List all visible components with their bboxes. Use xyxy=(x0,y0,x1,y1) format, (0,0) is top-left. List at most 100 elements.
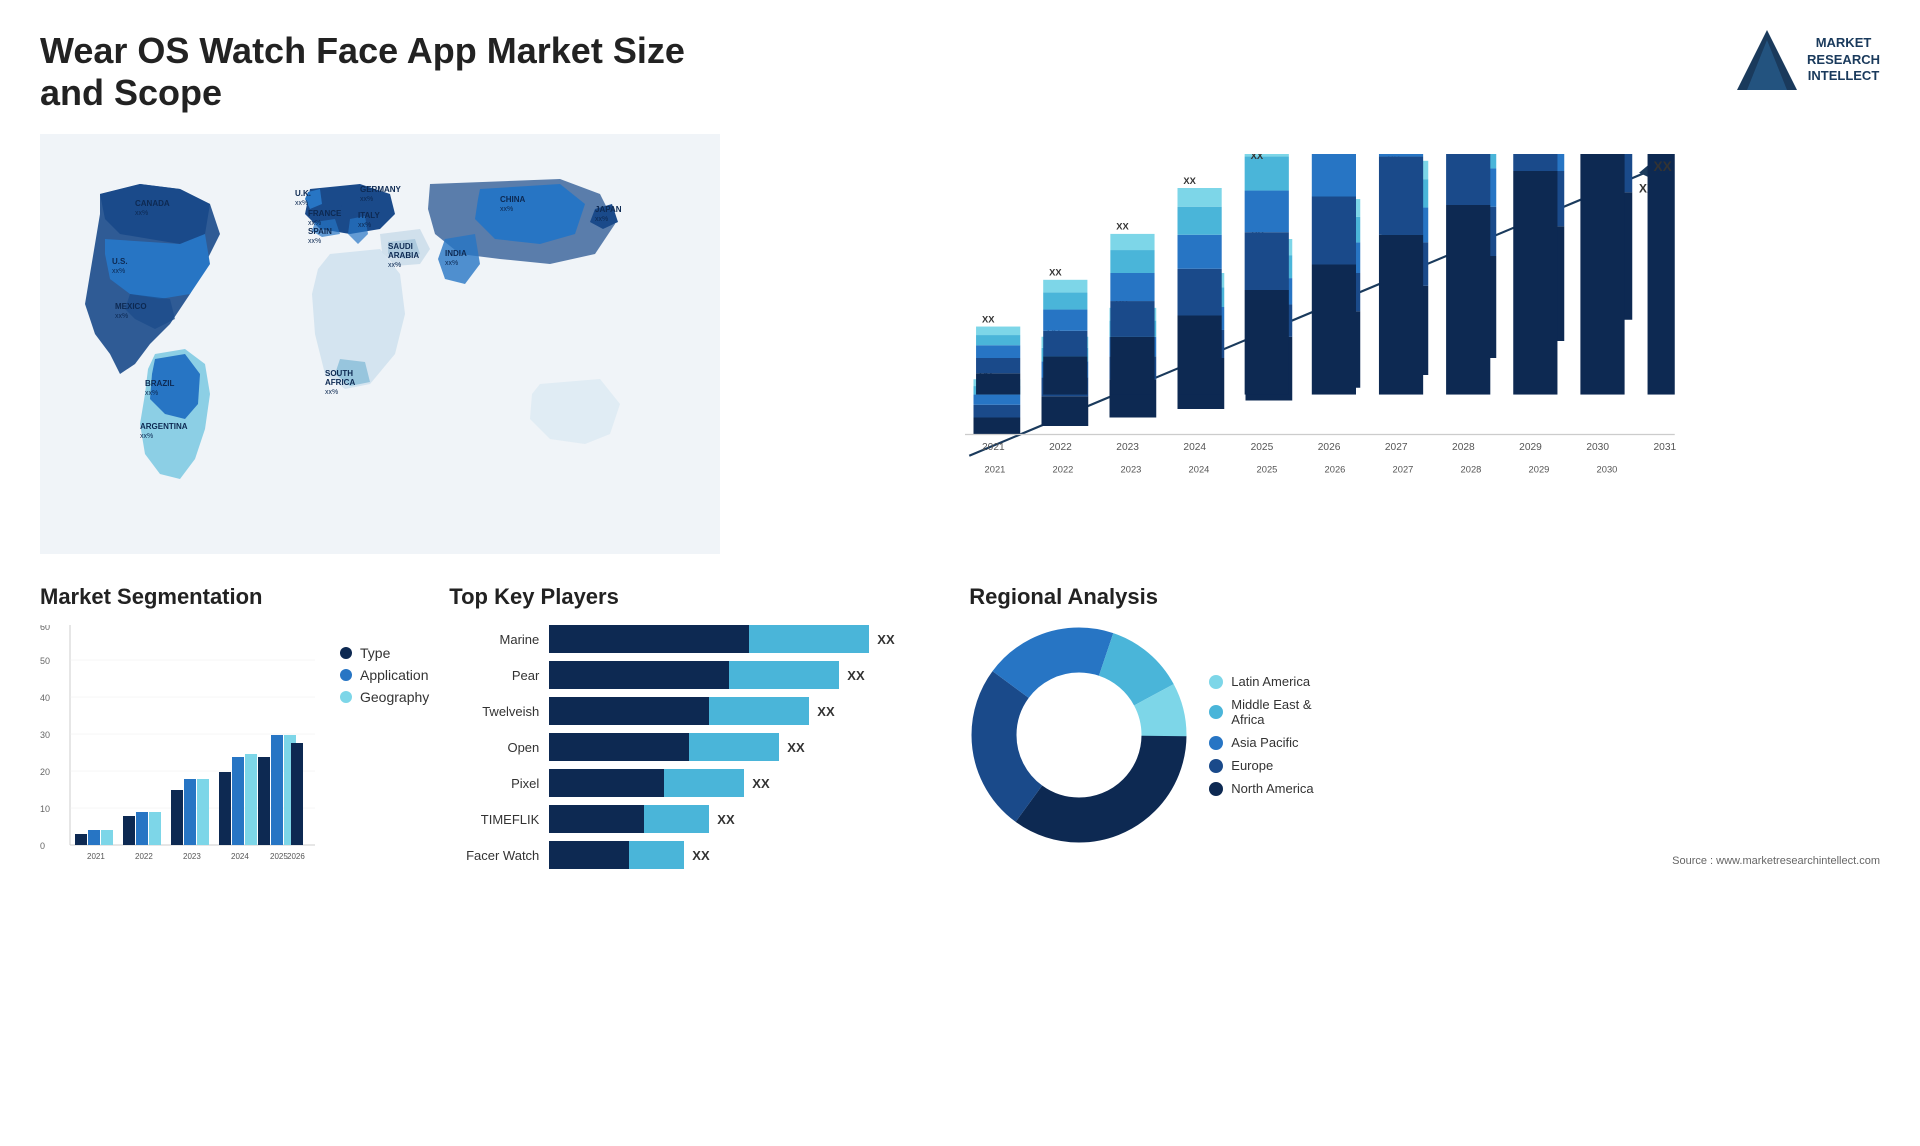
svg-text:2024: 2024 xyxy=(231,852,249,861)
svg-text:2021: 2021 xyxy=(87,852,105,861)
player-pixel-bar: XX xyxy=(549,769,949,797)
svg-text:XX: XX xyxy=(982,314,995,324)
segmentation-chart-svg: 0 10 20 30 40 50 60 xyxy=(40,625,320,885)
svg-text:xx%: xx% xyxy=(115,313,128,320)
regional-legend-asia-label: Asia Pacific xyxy=(1231,735,1298,750)
svg-text:2022: 2022 xyxy=(1053,465,1074,475)
svg-text:XX: XX xyxy=(1183,176,1196,186)
svg-text:2027: 2027 xyxy=(1393,465,1414,475)
svg-text:2022: 2022 xyxy=(1049,442,1072,453)
player-timeflik-bar-light xyxy=(644,805,709,833)
svg-text:2024: 2024 xyxy=(1183,442,1206,453)
regional-legend-mea-dot xyxy=(1209,705,1223,719)
svg-text:xx%: xx% xyxy=(308,220,321,227)
player-twelveish-bar: XX xyxy=(549,697,949,725)
svg-text:xx%: xx% xyxy=(500,206,513,213)
legend-geography-label: Geography xyxy=(360,689,429,705)
player-facer-bar-light xyxy=(629,841,684,869)
player-pixel-val: XX xyxy=(752,776,769,791)
svg-text:2021: 2021 xyxy=(982,442,1005,453)
page-header: Wear OS Watch Face App Market Size and S… xyxy=(40,30,1880,114)
svg-text:2028: 2028 xyxy=(1461,465,1482,475)
svg-text:xx%: xx% xyxy=(358,222,371,229)
svg-text:2027: 2027 xyxy=(1385,442,1408,453)
svg-text:2022: 2022 xyxy=(135,852,153,861)
player-marine-bar-light xyxy=(749,625,869,653)
player-pear-name: Pear xyxy=(449,668,539,683)
svg-text:ARABIA: ARABIA xyxy=(388,251,419,260)
svg-text:2029: 2029 xyxy=(1519,442,1542,453)
svg-text:50: 50 xyxy=(40,656,50,666)
svg-text:10: 10 xyxy=(40,804,50,814)
svg-text:2021: 2021 xyxy=(985,465,1006,475)
player-twelveish-bar-dark xyxy=(549,697,709,725)
player-facer-val: XX xyxy=(692,848,709,863)
svg-text:2025: 2025 xyxy=(1257,465,1278,475)
legend-application-label: Application xyxy=(360,667,429,683)
player-pear-bar-dark xyxy=(549,661,729,689)
svg-text:2025: 2025 xyxy=(1251,442,1274,453)
svg-text:xx%: xx% xyxy=(295,200,308,207)
regional-section: Regional Analysis xyxy=(969,584,1880,867)
source-text: Source : www.marketresearchintellect.com xyxy=(969,855,1880,867)
players-list: Marine XX Pear XX xyxy=(449,625,949,869)
svg-text:FRANCE: FRANCE xyxy=(308,209,342,218)
player-pear: Pear XX xyxy=(449,661,949,689)
player-timeflik-bar: XX xyxy=(549,805,949,833)
player-pear-bar: XX xyxy=(549,661,949,689)
player-pear-val: XX xyxy=(847,668,864,683)
player-timeflik-name: TIMEFLIK xyxy=(449,812,539,827)
svg-text:2030: 2030 xyxy=(1597,465,1618,475)
regional-legend-asia-dot xyxy=(1209,736,1223,750)
svg-text:2023: 2023 xyxy=(183,852,201,861)
svg-text:xx%: xx% xyxy=(445,260,458,267)
regional-legend-northamerica-label: North America xyxy=(1231,781,1313,796)
logo-text: MARKET RESEARCH INTELLECT xyxy=(1807,35,1880,86)
svg-text:0: 0 xyxy=(40,841,45,851)
svg-text:30: 30 xyxy=(40,730,50,740)
world-map-container: CANADA xx% U.S. xx% MEXICO xx% BRAZIL xx… xyxy=(40,134,720,554)
svg-text:GERMANY: GERMANY xyxy=(360,185,402,194)
svg-text:JAPAN: JAPAN xyxy=(595,205,622,214)
svg-text:SPAIN: SPAIN xyxy=(308,227,332,236)
svg-text:xx%: xx% xyxy=(308,238,321,245)
svg-text:XX: XX xyxy=(1049,268,1062,278)
svg-text:SOUTH: SOUTH xyxy=(325,369,353,378)
svg-text:BRAZIL: BRAZIL xyxy=(145,379,174,388)
main-bar-chart-svg: XX XX 2021 XX 2022 xyxy=(760,154,1850,494)
regional-legend-northamerica-dot xyxy=(1209,782,1223,796)
player-open-bar-dark xyxy=(549,733,689,761)
regional-legend-latin-dot xyxy=(1209,675,1223,689)
player-twelveish-name: Twelveish xyxy=(449,704,539,719)
svg-text:xx%: xx% xyxy=(112,268,125,275)
company-logo: MARKET RESEARCH INTELLECT xyxy=(1737,30,1880,90)
svg-text:2023: 2023 xyxy=(1116,442,1139,453)
svg-text:U.S.: U.S. xyxy=(112,257,128,266)
page-title: Wear OS Watch Face App Market Size and S… xyxy=(40,30,740,114)
svg-text:2030: 2030 xyxy=(1586,442,1609,453)
svg-text:xx%: xx% xyxy=(325,389,338,396)
player-marine-bar-dark xyxy=(549,625,749,653)
svg-text:ARGENTINA: ARGENTINA xyxy=(140,422,188,431)
svg-text:CANADA: CANADA xyxy=(135,199,170,208)
legend-application-dot xyxy=(340,669,352,681)
player-open-bar: XX xyxy=(549,733,949,761)
player-pixel-name: Pixel xyxy=(449,776,539,791)
svg-text:U.K.: U.K. xyxy=(295,189,311,198)
regional-title: Regional Analysis xyxy=(969,584,1880,610)
player-twelveish: Twelveish XX xyxy=(449,697,949,725)
svg-text:xx%: xx% xyxy=(145,390,158,397)
segmentation-title: Market Segmentation xyxy=(40,584,429,610)
player-marine-val: XX xyxy=(877,632,894,647)
svg-text:2023: 2023 xyxy=(1121,465,1142,475)
segmentation-legend: Type Application Geography xyxy=(340,645,429,705)
svg-text:2024: 2024 xyxy=(1189,465,1210,475)
world-map-svg: CANADA xx% U.S. xx% MEXICO xx% BRAZIL xx… xyxy=(40,134,720,554)
svg-text:60: 60 xyxy=(40,625,50,632)
svg-text:XX: XX xyxy=(1116,222,1129,232)
legend-type-label: Type xyxy=(360,645,390,661)
svg-text:2026: 2026 xyxy=(287,852,305,861)
svg-text:xx%: xx% xyxy=(360,196,373,203)
player-timeflik: TIMEFLIK XX xyxy=(449,805,949,833)
player-open-name: Open xyxy=(449,740,539,755)
